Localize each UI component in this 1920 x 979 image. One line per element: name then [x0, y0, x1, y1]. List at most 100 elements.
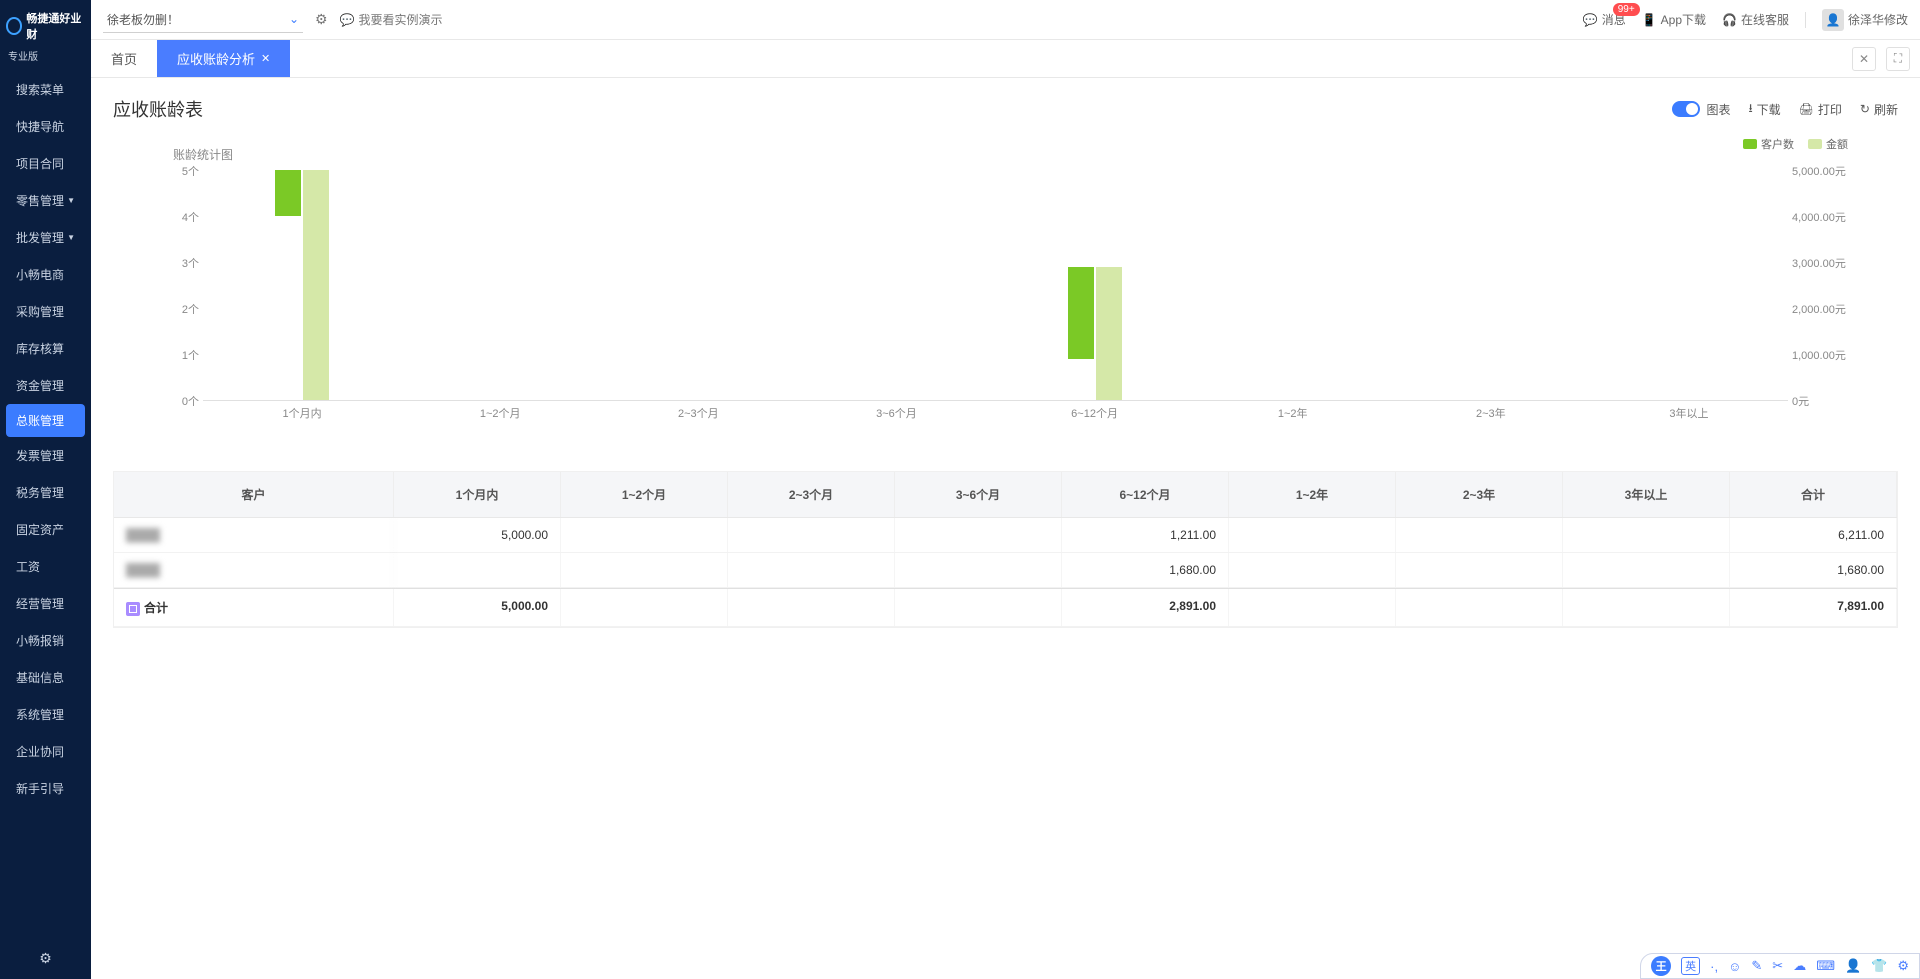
tab-1[interactable]: 应收账龄分析✕	[157, 40, 290, 77]
message-icon: 💬	[1583, 13, 1598, 27]
ime-settings-icon[interactable]: ⚙	[1897, 958, 1909, 974]
fullscreen-button[interactable]: ⛶	[1886, 47, 1910, 71]
cell-total-value	[1396, 589, 1563, 626]
ime-scissors-icon[interactable]: ✂	[1772, 958, 1783, 974]
nav-item-label: 新手引导	[16, 780, 64, 797]
divider	[1805, 12, 1806, 28]
org-settings-icon[interactable]: ⚙	[315, 11, 328, 28]
nav-item-19[interactable]: 新手引导	[0, 770, 91, 807]
nav-item-16[interactable]: 基础信息	[0, 659, 91, 696]
sidebar: 畅捷通好业财 专业版 搜索菜单快捷导航项目合同零售管理▼批发管理▼小畅电商采购管…	[0, 0, 91, 979]
nav-item-4[interactable]: 批发管理▼	[0, 219, 91, 256]
page-title: 应收账龄表	[113, 96, 203, 122]
cell-value	[728, 553, 895, 587]
nav-item-13[interactable]: 工资	[0, 548, 91, 585]
ime-toolbar[interactable]: 王 英 ·, ☺ ✎ ✂ ☁ ⌨ 👤 👕 ⚙	[1640, 953, 1920, 979]
nav-item-label: 税务管理	[16, 484, 64, 501]
table-header: 客户1个月内1~2个月2~3个月3~6个月6~12个月1~2年2~3年3年以上合…	[114, 472, 1897, 518]
nav-item-14[interactable]: 经营管理	[0, 585, 91, 622]
org-selector[interactable]: 徐老板勿删！ ⌄	[103, 7, 303, 33]
nav-item-label: 工资	[16, 558, 40, 575]
nav-item-5[interactable]: 小畅电商	[0, 256, 91, 293]
x-tick-label: 1个月内	[283, 405, 322, 421]
bar-customers[interactable]	[275, 170, 301, 216]
table-header-cell: 1个月内	[394, 472, 561, 517]
topbar: 徐老板勿删！ ⌄ ⚙ 💬 我要看实例演示 💬 消息 99+ 📱 App下载 🎧 …	[91, 0, 1920, 40]
headset-icon: 🎧	[1722, 13, 1737, 27]
nav-item-3[interactable]: 零售管理▼	[0, 182, 91, 219]
tab-0[interactable]: 首页	[91, 40, 157, 77]
print-button[interactable]: 🖨 打印	[1799, 101, 1842, 118]
nav-item-11[interactable]: 税务管理	[0, 474, 91, 511]
ime-cloud-icon[interactable]: ☁	[1793, 958, 1806, 974]
ime-pencil-icon[interactable]: ✎	[1751, 958, 1762, 974]
nav-item-6[interactable]: 采购管理	[0, 293, 91, 330]
chart-plot-area: 0个1个2个3个4个5个 0元1,000.00元2,000.00元3,000.0…	[203, 171, 1788, 401]
table-body: ████5,000.001,211.006,211.00████1,680.00…	[114, 518, 1897, 627]
x-axis-labels: 1个月内1~2个月2~3个月3~6个月6~12个月1~2年2~3年3年以上	[203, 405, 1788, 423]
y-right-tick: 2,000.00元	[1792, 301, 1846, 317]
download-button[interactable]: ⭳ 下载	[1748, 99, 1780, 120]
cell-value: 1,680.00	[1062, 553, 1229, 587]
ime-keyboard-icon[interactable]: ⌨	[1816, 958, 1835, 974]
messages-button[interactable]: 💬 消息 99+	[1583, 11, 1626, 28]
nav-item-8[interactable]: 资金管理	[0, 367, 91, 404]
bar-amount[interactable]	[1096, 267, 1122, 400]
refresh-button[interactable]: ↻ 刷新	[1860, 101, 1898, 118]
print-icon: 🖨	[1799, 102, 1814, 116]
nav-item-label: 小畅电商	[16, 266, 64, 283]
close-all-tabs-button[interactable]: ✕	[1852, 47, 1876, 71]
ime-comma-icon[interactable]: ·,	[1710, 959, 1718, 974]
cell-value: 6,211.00	[1730, 518, 1897, 552]
download-icon: ⭳	[1748, 99, 1752, 120]
bar-group	[1065, 267, 1125, 400]
brand-edition: 专业版	[0, 48, 91, 71]
table-row[interactable]: ████5,000.001,211.006,211.00	[114, 518, 1897, 553]
cell-value	[1396, 553, 1563, 587]
print-label: 打印	[1818, 101, 1842, 118]
cell-value	[561, 518, 728, 552]
table-header-cell: 2~3个月	[728, 472, 895, 517]
nav-item-18[interactable]: 企业协同	[0, 733, 91, 770]
settings-gear-icon[interactable]: ⚙	[0, 938, 91, 979]
phone-icon: 📱	[1642, 13, 1657, 27]
avatar-icon: 👤	[1822, 9, 1844, 31]
cell-total-value: 5,000.00	[394, 589, 561, 626]
cell-total-value: 2,891.00	[1062, 589, 1229, 626]
chart-title: 账龄统计图	[163, 146, 1848, 163]
y-right-tick: 1,000.00元	[1792, 347, 1846, 363]
nav-item-7[interactable]: 库存核算	[0, 330, 91, 367]
cell-value	[1563, 553, 1730, 587]
nav-item-12[interactable]: 固定资产	[0, 511, 91, 548]
nav-item-label: 企业协同	[16, 743, 64, 760]
nav-item-1[interactable]: 快捷导航	[0, 108, 91, 145]
ime-emoji-icon[interactable]: ☺	[1728, 959, 1741, 974]
close-icon[interactable]: ✕	[261, 52, 270, 65]
chart-toggle[interactable]	[1672, 101, 1700, 117]
user-menu[interactable]: 👤 徐泽华修改	[1822, 9, 1908, 31]
nav-item-10[interactable]: 发票管理	[0, 437, 91, 474]
nav-item-label: 系统管理	[16, 706, 64, 723]
ime-shirt-icon[interactable]: 👕	[1871, 958, 1887, 974]
tabs-bar: 首页应收账龄分析✕ ✕ ⛶	[91, 40, 1920, 78]
nav-item-15[interactable]: 小畅报销	[0, 622, 91, 659]
cell-customer: ████	[114, 518, 394, 552]
cell-value	[561, 553, 728, 587]
y-left-tick: 0个	[182, 393, 199, 409]
table-header-cell: 2~3年	[1396, 472, 1563, 517]
nav-item-2[interactable]: 项目合同	[0, 145, 91, 182]
ime-lang-indicator[interactable]: 英	[1681, 957, 1700, 975]
customer-service-button[interactable]: 🎧 在线客服	[1722, 11, 1789, 28]
cell-total-value	[895, 589, 1062, 626]
cell-total-value: 7,891.00	[1730, 589, 1897, 626]
y-right-tick: 5,000.00元	[1792, 163, 1846, 179]
demo-link[interactable]: 💬 我要看实例演示	[340, 11, 443, 28]
bar-customers[interactable]	[1068, 267, 1094, 359]
nav-item-17[interactable]: 系统管理	[0, 696, 91, 733]
nav-item-0[interactable]: 搜索菜单	[0, 71, 91, 108]
ime-person-icon[interactable]: 👤	[1845, 958, 1861, 974]
bar-amount[interactable]	[303, 170, 329, 400]
app-download-button[interactable]: 📱 App下载	[1642, 11, 1706, 28]
table-row[interactable]: ████1,680.001,680.00	[114, 553, 1897, 588]
nav-item-9[interactable]: 总账管理	[6, 404, 85, 437]
